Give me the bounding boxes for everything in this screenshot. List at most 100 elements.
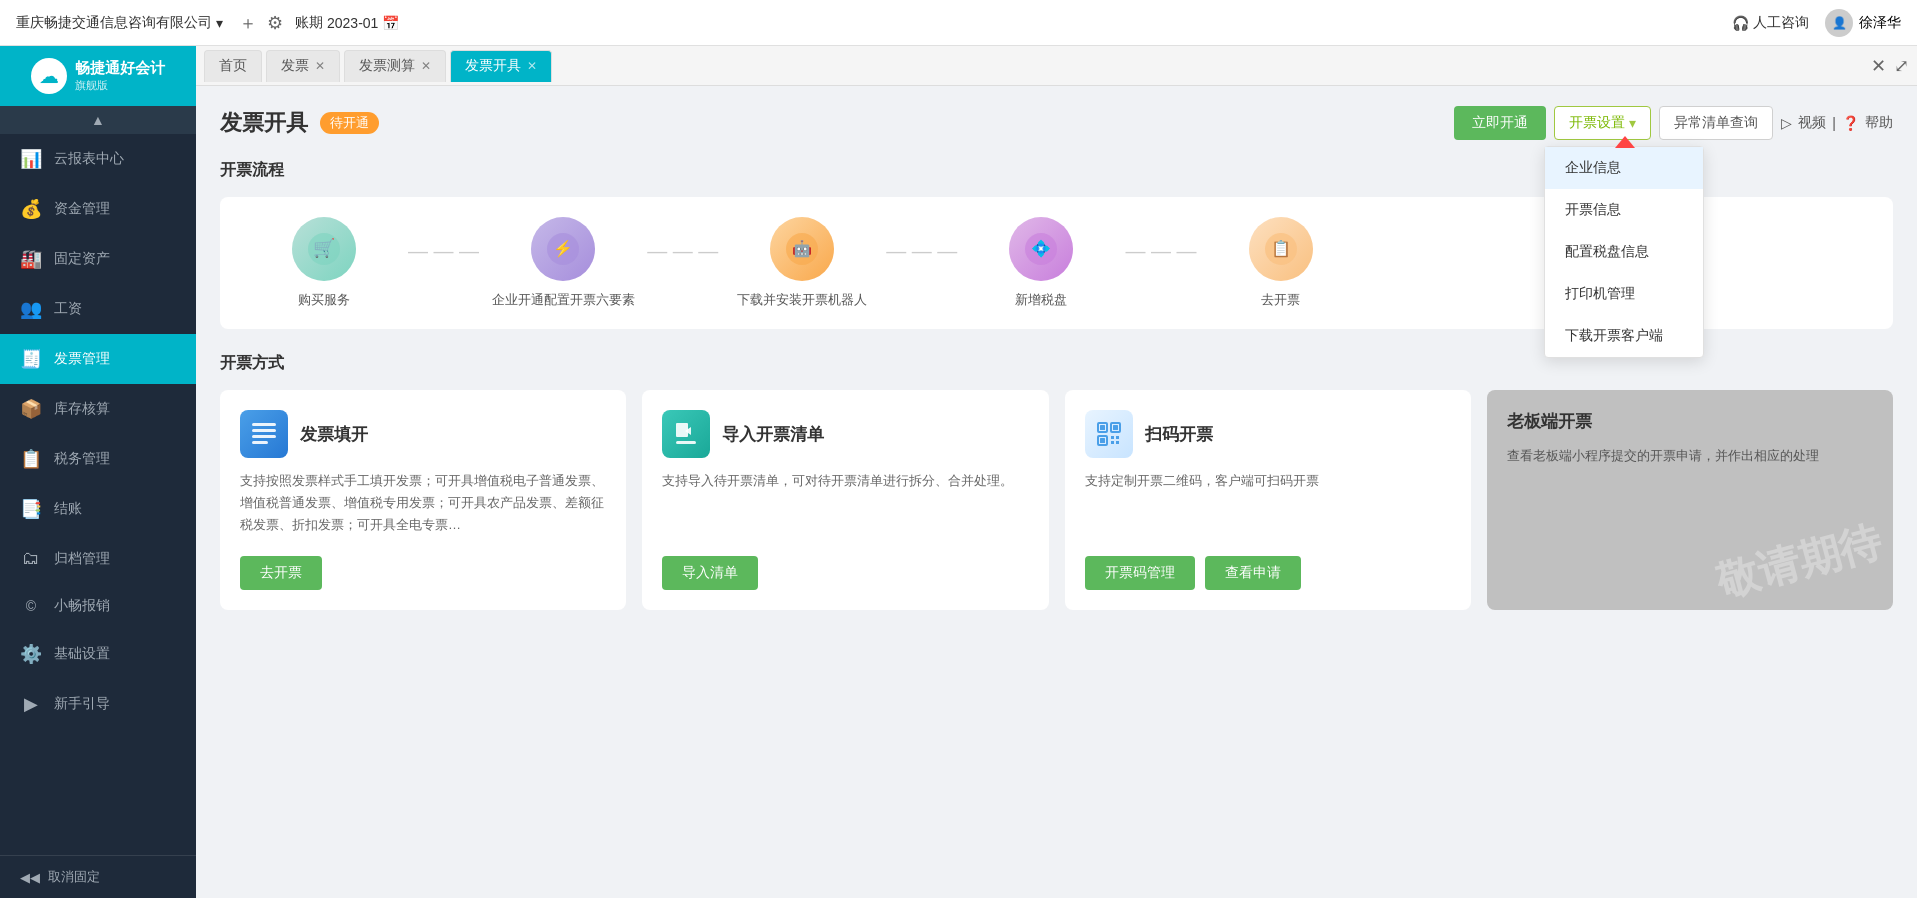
dropdown-item-company-info[interactable]: 企业信息 [1545,147,1703,189]
user-info[interactable]: 👤 徐泽华 [1825,9,1901,37]
method-card-fill-header: 发票填开 [240,410,606,458]
tax-disk-label: 配置税盘信息 [1565,243,1649,261]
scan-view-btn[interactable]: 查看申请 [1205,556,1301,590]
sidebar-item-xinshouyindao[interactable]: ▶ 新手引导 [0,679,196,729]
method-card-import-header: 导入开票清单 [662,410,1028,458]
tab-bar: 首页 发票 ✕ 发票测算 ✕ 发票开具 ✕ ✕ ⤢ [196,46,1917,86]
svg-text:⚡: ⚡ [553,239,573,258]
period-value: 2023-01 [327,15,378,31]
yunbao-label: 云报表中心 [54,150,124,168]
scan-icon [1085,410,1133,458]
xiaochangbaoxiao-label: 小畅报销 [54,597,110,615]
flow-connector-4: — — — [1121,240,1200,263]
tab-home[interactable]: 首页 [204,50,262,82]
import-icon [662,410,710,458]
printer-label: 打印机管理 [1565,285,1635,303]
tab-fapiao-close[interactable]: ✕ [315,59,325,73]
scan-desc: 支持定制开票二维码，客户端可扫码开票 [1085,470,1451,540]
sidebar-item-gudingzichan[interactable]: 🏭 固定资产 [0,234,196,284]
video-help: ▷ 视频 | ❓ 帮助 [1781,114,1893,132]
svg-marker-0 [1615,136,1635,148]
jichushezhi-label: 基础设置 [54,645,110,663]
import-btn[interactable]: 导入清单 [662,556,758,590]
account-period: 账期 2023-01 📅 [295,14,399,32]
dropdown-item-tax-disk[interactable]: 配置税盘信息 [1545,231,1703,273]
dropdown-item-invoice-info[interactable]: 开票信息 [1545,189,1703,231]
consulting-btn[interactable]: 🎧 人工咨询 [1732,14,1809,32]
flow-connector-1: — — — [404,240,483,263]
headset-icon: 🎧 [1732,15,1749,31]
tab-fapiao-kaiju-close[interactable]: ✕ [527,59,537,73]
fill-title: 发票填开 [300,423,368,446]
tab-fapiao-kaiju[interactable]: 发票开具 ✕ [450,50,552,82]
guidang-icon: 🗂 [20,548,42,569]
svg-rect-17 [676,441,696,444]
jichushezhi-icon: ⚙️ [20,643,42,665]
status-badge: 待开通 [320,112,379,134]
xinshouyindao-icon: ▶ [20,693,42,715]
kucun-label: 库存核算 [54,400,110,418]
sidebar-bottom[interactable]: ◀◀ 取消固定 [0,855,196,898]
svg-text:💠: 💠 [1031,239,1051,258]
svg-rect-14 [252,441,268,444]
company-dropdown-icon: ▾ [216,15,223,31]
help-label[interactable]: 帮助 [1865,114,1893,132]
fill-go-btn[interactable]: 去开票 [240,556,322,590]
download-client-label: 下载开票客户端 [1565,327,1663,345]
dropdown-item-download-client[interactable]: 下载开票客户端 [1545,315,1703,357]
import-desc: 支持导入待开票清单，可对待开票清单进行拆分、合并处理。 [662,470,1028,540]
abnormal-btn[interactable]: 异常清单查询 [1659,106,1773,140]
svg-text:🛒: 🛒 [313,237,336,259]
sidebar-item-guidang[interactable]: 🗂 归档管理 [0,534,196,583]
tab-maximize-btn[interactable]: ⤢ [1894,55,1909,77]
import-title: 导入开票清单 [722,423,824,446]
page-header: 发票开具 待开通 立即开通 开票设置 ▾ [220,106,1893,140]
tab-fapiao-cesuan-close[interactable]: ✕ [421,59,431,73]
boss-desc: 查看老板端小程序提交的开票申请，并作出相应的处理 [1507,445,1873,467]
top-bar: 重庆畅捷交通信息咨询有限公司 ▾ ＋ ⚙ 账期 2023-01 📅 🎧 人工咨询… [0,0,1917,46]
settings-btn[interactable]: ⚙ [267,12,283,34]
dropdown-arrow [1615,135,1635,151]
zijin-icon: 💰 [20,198,42,220]
video-label[interactable]: 视频 [1798,114,1826,132]
logo-text: 畅捷通好会计 [75,59,165,78]
sidebar-item-shuiwu[interactable]: 📋 税务管理 [0,434,196,484]
sidebar-item-kucun[interactable]: 📦 库存核算 [0,384,196,434]
page-title: 发票开具 [220,108,308,138]
tab-fapiao[interactable]: 发票 ✕ [266,50,340,82]
flow-step-download: 🤖 下载并安装开票机器人 [722,217,882,309]
method-card-fill: 发票填开 支持按照发票样式手工填开发票；可开具增值税电子普通发票、增值税普通发票… [220,390,626,610]
logo-sub: 旗舰版 [75,78,165,93]
company-name-text: 重庆畅捷交通信息咨询有限公司 [16,14,212,32]
video-play-icon[interactable]: ▷ [1781,115,1792,131]
calendar-icon[interactable]: 📅 [382,15,399,31]
sidebar-item-xiaochangbaoxiao[interactable]: © 小畅报销 [0,583,196,629]
step-download-icon: 🤖 [770,217,834,281]
company-selector[interactable]: 重庆畅捷交通信息咨询有限公司 ▾ [16,14,223,32]
tab-fapiao-cesuan[interactable]: 发票测算 ✕ [344,50,446,82]
unpin-label: 取消固定 [48,868,100,886]
sidebar-item-jichushezhi[interactable]: ⚙️ 基础设置 [0,629,196,679]
sidebar-item-yunbao[interactable]: 📊 云报表中心 [0,134,196,184]
svg-rect-21 [1100,425,1105,430]
sidebar-item-jiezhang[interactable]: 📑 结账 [0,484,196,534]
sidebar-item-gongzi[interactable]: 👥 工资 [0,284,196,334]
tab-fapiao-cesuan-label: 发票测算 [359,57,415,75]
logo-icon: ☁ [31,58,67,94]
scan-manage-btn[interactable]: 开票码管理 [1085,556,1195,590]
sidebar-item-zijin[interactable]: 💰 资金管理 [0,184,196,234]
sidebar-scroll-up[interactable]: ▲ [0,106,196,134]
add-company-btn[interactable]: ＋ [239,11,257,35]
sidebar-item-fapiao[interactable]: 🧾 发票管理 [0,334,196,384]
settings-btn-label: 开票设置 [1569,114,1625,132]
dropdown-item-printer[interactable]: 打印机管理 [1545,273,1703,315]
shuiwu-label: 税务管理 [54,450,110,468]
activate-btn[interactable]: 立即开通 [1454,106,1546,140]
step-go-invoice-label: 去开票 [1261,291,1300,309]
settings-btn[interactable]: 开票设置 ▾ [1554,106,1651,140]
invoice-info-label: 开票信息 [1565,201,1621,219]
boss-watermark: 敬请期待 [1711,513,1888,610]
zijin-label: 资金管理 [54,200,110,218]
tab-close-btn[interactable]: ✕ [1871,55,1886,77]
header-actions: 立即开通 开票设置 ▾ [1454,106,1893,140]
